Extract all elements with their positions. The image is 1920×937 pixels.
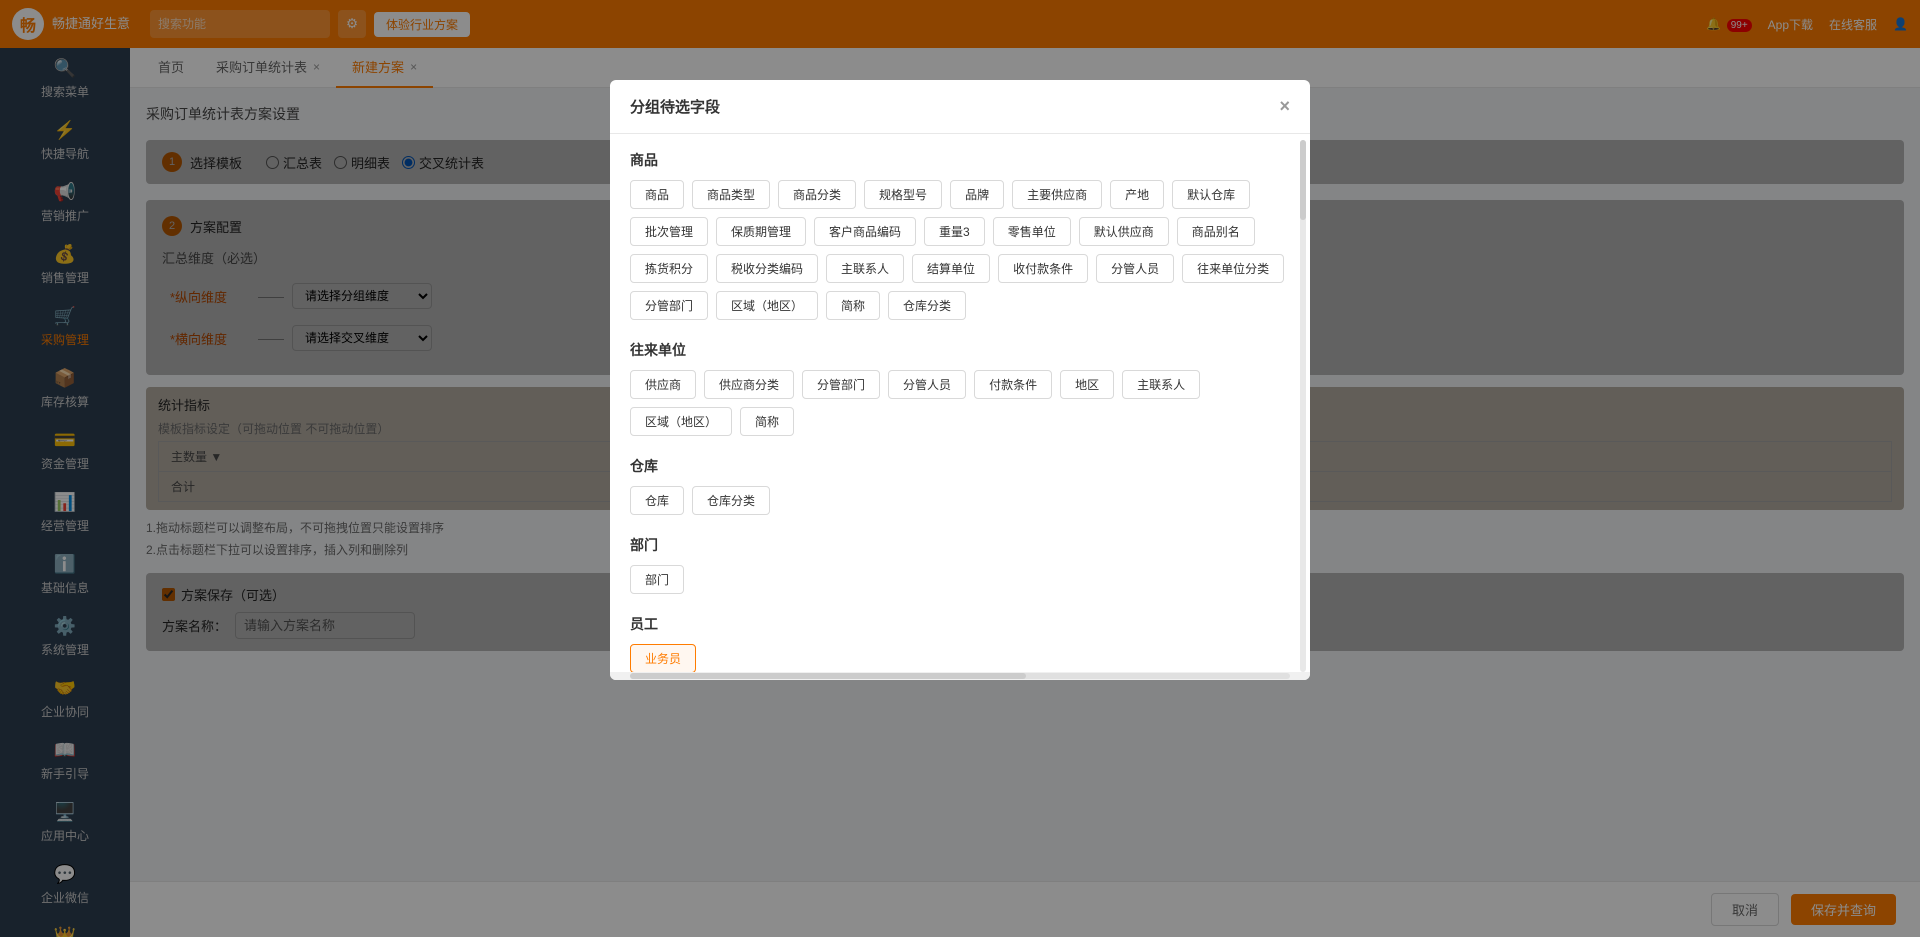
field-tag-tags-partner-6[interactable]: 主联系人 [1122, 370, 1200, 399]
field-tag-tags-goods-12[interactable]: 零售单位 [993, 217, 1071, 246]
field-tags-staff: 业务员 [630, 644, 1290, 672]
modal-close-button[interactable]: × [1279, 96, 1290, 117]
field-tag-tags-warehouse-0[interactable]: 仓库 [630, 486, 684, 515]
field-tag-tags-partner-3[interactable]: 分管人员 [888, 370, 966, 399]
field-tag-tags-partner-1[interactable]: 供应商分类 [704, 370, 794, 399]
field-tag-tags-goods-14[interactable]: 商品别名 [1177, 217, 1255, 246]
field-tag-tags-warehouse-1[interactable]: 仓库分类 [692, 486, 770, 515]
field-tag-tags-goods-21[interactable]: 往来单位分类 [1182, 254, 1284, 283]
field-tag-tags-goods-24[interactable]: 简称 [826, 291, 880, 320]
field-tag-tags-goods-18[interactable]: 结算单位 [912, 254, 990, 283]
field-tag-tags-goods-22[interactable]: 分管部门 [630, 291, 708, 320]
field-tag-tags-goods-3[interactable]: 规格型号 [864, 180, 942, 209]
field-tag-tags-goods-2[interactable]: 商品分类 [778, 180, 856, 209]
field-group-title-staff: 员工 [630, 614, 1290, 634]
modal-title: 分组待选字段 [630, 96, 720, 117]
field-tags-warehouse: 仓库仓库分类 [630, 486, 1290, 515]
modal-vscrollbar[interactable] [1300, 140, 1306, 672]
field-tag-tags-goods-1[interactable]: 商品类型 [692, 180, 770, 209]
field-tags-goods: 商品商品类型商品分类规格型号品牌主要供应商产地默认仓库批次管理保质期管理客户商品… [630, 180, 1290, 320]
field-tag-tags-goods-4[interactable]: 品牌 [950, 180, 1004, 209]
field-tag-tags-goods-19[interactable]: 收付款条件 [998, 254, 1088, 283]
field-tag-tags-goods-9[interactable]: 保质期管理 [716, 217, 806, 246]
field-tags-partner: 供应商供应商分类分管部门分管人员付款条件地区主联系人区域（地区） 简称 [630, 370, 1290, 436]
field-group-title-warehouse: 仓库 [630, 456, 1290, 476]
field-tag-tags-partner-4[interactable]: 付款条件 [974, 370, 1052, 399]
field-tags-dept: 部门 [630, 565, 1290, 594]
field-tag-tags-goods-25[interactable]: 仓库分类 [888, 291, 966, 320]
field-group-title-partner: 往来单位 [630, 340, 1290, 360]
modal-overlay: 分组待选字段 × 商品 商品商品类型商品分类规格型号品牌主要供应商产地默认仓库批… [0, 0, 1920, 937]
field-group-title-goods: 商品 [630, 150, 1290, 170]
field-tag-tags-dept-0[interactable]: 部门 [630, 565, 684, 594]
field-group-title-dept: 部门 [630, 535, 1290, 555]
field-tag-tags-goods-7[interactable]: 默认仓库 [1172, 180, 1250, 209]
field-tag-tags-goods-10[interactable]: 客户商品编码 [814, 217, 916, 246]
field-tag-tags-goods-16[interactable]: 税收分类编码 [716, 254, 818, 283]
field-group-dept: 部门 部门 [630, 535, 1290, 594]
modal-header: 分组待选字段 × [610, 80, 1310, 134]
field-tag-tags-goods-5[interactable]: 主要供应商 [1012, 180, 1102, 209]
field-tag-tags-goods-23[interactable]: 区域（地区） [716, 291, 818, 320]
modal-hscrollbar-thumb [630, 673, 1026, 679]
field-group-staff: 员工 业务员 [630, 614, 1290, 672]
modal-body[interactable]: 商品 商品商品类型商品分类规格型号品牌主要供应商产地默认仓库批次管理保质期管理客… [610, 134, 1310, 672]
field-tag-tags-goods-11[interactable]: 重量3 [924, 217, 985, 246]
field-group-partner: 往来单位 供应商供应商分类分管部门分管人员付款条件地区主联系人区域（地区） 简称 [630, 340, 1290, 436]
modal-hscrollbar-inner [630, 673, 1290, 679]
field-tag-tags-goods-8[interactable]: 批次管理 [630, 217, 708, 246]
field-tag-tags-goods-17[interactable]: 主联系人 [826, 254, 904, 283]
field-tag-tags-goods-15[interactable]: 拣货积分 [630, 254, 708, 283]
field-tag-tags-goods-6[interactable]: 产地 [1110, 180, 1164, 209]
modal-vscrollbar-thumb [1300, 140, 1306, 220]
field-tag-tags-goods-13[interactable]: 默认供应商 [1079, 217, 1169, 246]
field-tag-tags-goods-20[interactable]: 分管人员 [1096, 254, 1174, 283]
field-tag-tags-partner-7[interactable]: 区域（地区） [630, 407, 732, 436]
modal-hscrollbar[interactable] [610, 672, 1310, 680]
field-group-warehouse: 仓库 仓库仓库分类 [630, 456, 1290, 515]
field-select-modal: 分组待选字段 × 商品 商品商品类型商品分类规格型号品牌主要供应商产地默认仓库批… [610, 80, 1310, 680]
field-tag-tags-partner-2[interactable]: 分管部门 [802, 370, 880, 399]
field-group-goods: 商品 商品商品类型商品分类规格型号品牌主要供应商产地默认仓库批次管理保质期管理客… [630, 150, 1290, 320]
field-tag-tags-goods-0[interactable]: 商品 [630, 180, 684, 209]
field-tag-staff-0[interactable]: 业务员 [630, 644, 696, 672]
field-tag-tags-partner-5[interactable]: 地区 [1060, 370, 1114, 399]
field-tag-tags-partner-8[interactable]: 简称 [740, 407, 794, 436]
field-tag-tags-partner-0[interactable]: 供应商 [630, 370, 696, 399]
